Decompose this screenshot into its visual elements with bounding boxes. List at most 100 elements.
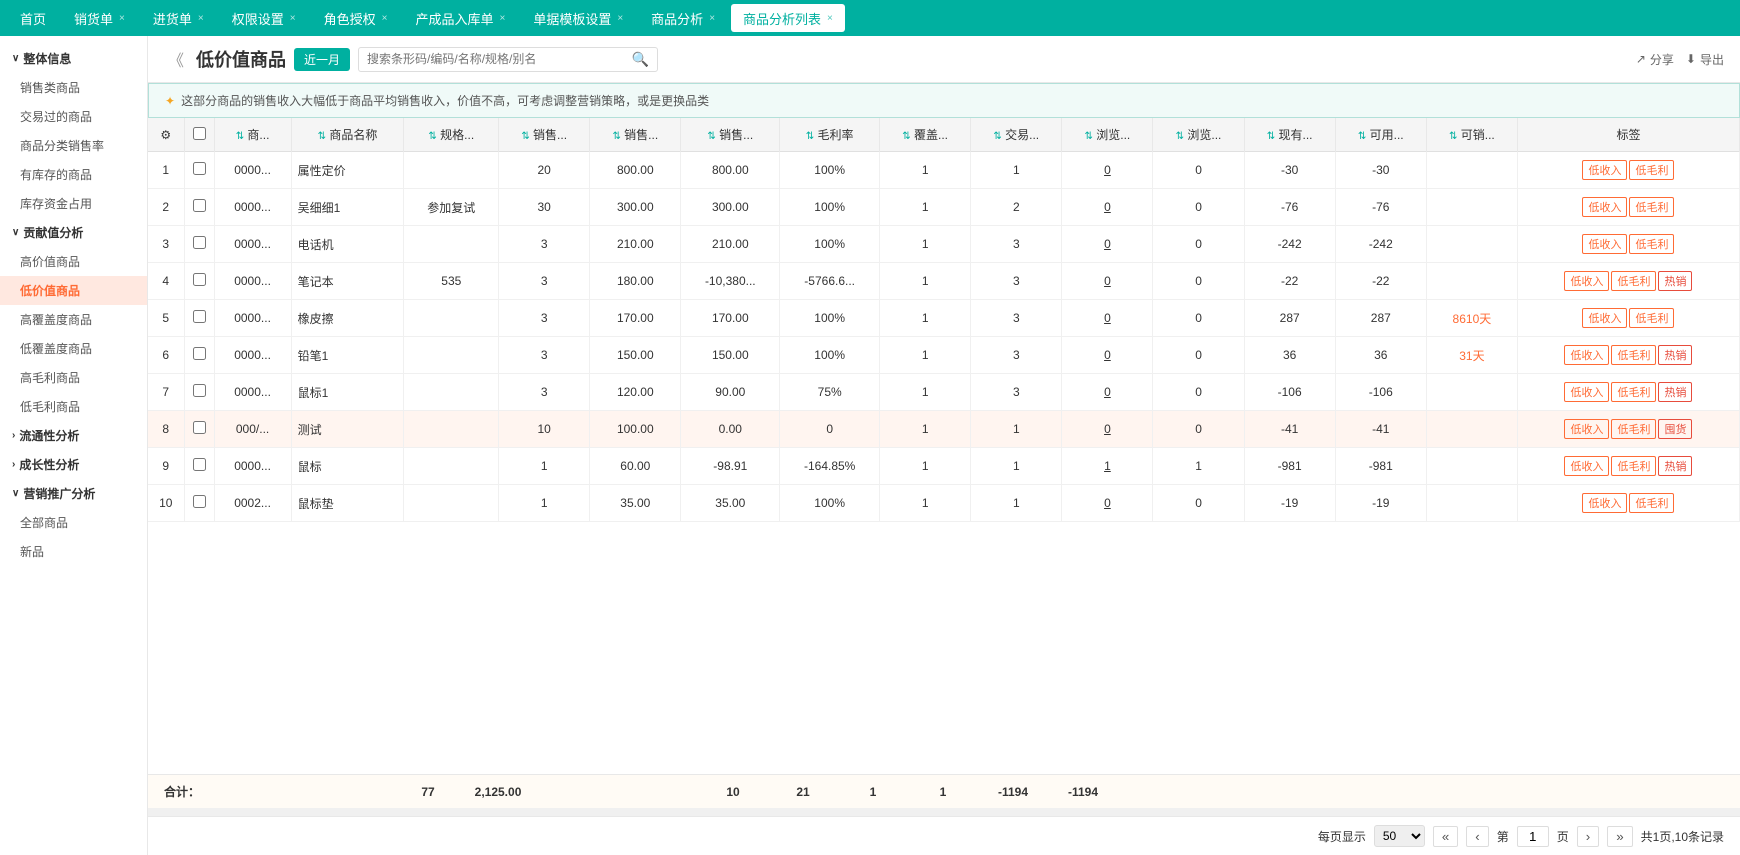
export-button[interactable]: ⬇ 导出 <box>1686 51 1724 68</box>
view1-link[interactable]: 0 <box>1104 385 1111 399</box>
view1-link[interactable]: 0 <box>1104 496 1111 510</box>
row-view1[interactable]: 0 <box>1062 300 1153 337</box>
table-container[interactable]: ⚙ ⇅ 商... ⇅ 商品名称 ⇅ 规格... <box>148 118 1740 774</box>
col-sale1-header[interactable]: ⇅ 销售... <box>590 118 681 152</box>
col-cover-header[interactable]: ⇅ 覆盖... <box>880 118 971 152</box>
close-icon[interactable]: × <box>709 13 715 24</box>
row-select-checkbox[interactable] <box>193 273 206 286</box>
search-icon[interactable]: 🔍 <box>632 51 649 68</box>
row-select-checkbox[interactable] <box>193 162 206 175</box>
row-select-checkbox[interactable] <box>193 458 206 471</box>
sidebar-item-all-goods[interactable]: 全部商品 <box>0 508 147 537</box>
sidebar-item-stock-goods[interactable]: 有库存的商品 <box>0 160 147 189</box>
close-icon[interactable]: × <box>198 13 204 24</box>
share-button[interactable]: ↗ 分享 <box>1636 51 1674 68</box>
search-input[interactable] <box>367 52 628 66</box>
row-checkbox[interactable] <box>184 448 214 485</box>
sidebar-item-capital[interactable]: 库存资金占用 <box>0 189 147 218</box>
sidebar-item-sales-goods[interactable]: 销售类商品 <box>0 73 147 102</box>
first-page-button[interactable]: « <box>1433 826 1458 847</box>
sidebar-item-high-margin[interactable]: 高毛利商品 <box>0 363 147 392</box>
row-checkbox[interactable] <box>184 337 214 374</box>
view1-link[interactable]: 0 <box>1104 274 1111 288</box>
close-icon[interactable]: × <box>119 13 125 24</box>
row-view1[interactable]: 0 <box>1062 374 1153 411</box>
sidebar-item-high-value[interactable]: 高价值商品 <box>0 247 147 276</box>
view1-link[interactable]: 0 <box>1104 348 1111 362</box>
sidebar-item-low-margin[interactable]: 低毛利商品 <box>0 392 147 421</box>
close-icon[interactable]: × <box>617 13 623 24</box>
nav-tab-role[interactable]: 角色授权 × <box>312 4 400 32</box>
page-number-input[interactable] <box>1517 826 1549 847</box>
col-sale2-header[interactable]: ⇅ 销售... <box>681 118 780 152</box>
row-view1[interactable]: 0 <box>1062 485 1153 522</box>
row-select-checkbox[interactable] <box>193 495 206 508</box>
row-select-checkbox[interactable] <box>193 421 206 434</box>
row-select-checkbox[interactable] <box>193 310 206 323</box>
col-saleable-header[interactable]: ⇅ 可销... <box>1426 118 1517 152</box>
nav-tab-goods-list[interactable]: 商品分析列表 × <box>731 4 845 32</box>
sidebar-group-overall[interactable]: ∨ 整体信息 <box>0 44 147 73</box>
view1-link[interactable]: 0 <box>1104 422 1111 436</box>
sidebar-group-contribution[interactable]: ∨ 贡献值分析 <box>0 218 147 247</box>
col-trade-header[interactable]: ⇅ 交易... <box>971 118 1062 152</box>
row-select-checkbox[interactable] <box>193 347 206 360</box>
page-size-select[interactable]: 50 20 100 <box>1374 825 1425 847</box>
col-view2-header[interactable]: ⇅ 浏览... <box>1153 118 1244 152</box>
col-spec-header[interactable]: ⇅ 规格... <box>404 118 499 152</box>
row-view1[interactable]: 0 <box>1062 411 1153 448</box>
row-checkbox[interactable] <box>184 189 214 226</box>
view1-link[interactable]: 0 <box>1104 200 1111 214</box>
view1-link[interactable]: 0 <box>1104 237 1111 251</box>
sidebar-item-high-coverage[interactable]: 高覆盖度商品 <box>0 305 147 334</box>
close-icon[interactable]: × <box>382 13 388 24</box>
horizontal-scrollbar[interactable] <box>148 808 1740 816</box>
col-code-header[interactable]: ⇅ 商... <box>214 118 291 152</box>
row-checkbox[interactable] <box>184 226 214 263</box>
sidebar-group-marketing[interactable]: ∨ 营销推广分析 <box>0 479 147 508</box>
row-view1[interactable]: 0 <box>1062 152 1153 189</box>
row-view1[interactable]: 0 <box>1062 189 1153 226</box>
last-page-button[interactable]: » <box>1607 826 1632 847</box>
collapse-button[interactable]: 《 <box>164 47 188 71</box>
row-select-checkbox[interactable] <box>193 236 206 249</box>
row-view1[interactable]: 0 <box>1062 337 1153 374</box>
row-view1[interactable]: 1 <box>1062 448 1153 485</box>
row-checkbox[interactable] <box>184 374 214 411</box>
col-qty-header[interactable]: ⇅ 销售... <box>499 118 590 152</box>
sidebar-item-low-value[interactable]: 低价值商品 <box>0 276 147 305</box>
sidebar-item-category-rate[interactable]: 商品分类销售率 <box>0 131 147 160</box>
col-name-header[interactable]: ⇅ 商品名称 <box>291 118 404 152</box>
nav-tab-permission[interactable]: 权限设置 × <box>220 4 308 32</box>
view1-link[interactable]: 0 <box>1104 311 1111 325</box>
sidebar-group-circulation[interactable]: › 流通性分析 <box>0 421 147 450</box>
sidebar-item-new-goods[interactable]: 新品 <box>0 537 147 566</box>
row-view1[interactable]: 0 <box>1062 263 1153 300</box>
col-gross-header[interactable]: ⇅ 毛利率 <box>780 118 880 152</box>
row-checkbox[interactable] <box>184 300 214 337</box>
close-icon[interactable]: × <box>290 13 296 24</box>
row-select-checkbox[interactable] <box>193 384 206 397</box>
row-checkbox[interactable] <box>184 411 214 448</box>
row-view1[interactable]: 0 <box>1062 226 1153 263</box>
sidebar-item-traded-goods[interactable]: 交易过的商品 <box>0 102 147 131</box>
col-stock-header[interactable]: ⇅ 现有... <box>1244 118 1335 152</box>
col-avail-header[interactable]: ⇅ 可用... <box>1335 118 1426 152</box>
row-checkbox[interactable] <box>184 485 214 522</box>
sidebar-item-low-coverage[interactable]: 低覆盖度商品 <box>0 334 147 363</box>
nav-tab-product-in[interactable]: 产成品入库单 × <box>403 4 517 32</box>
close-icon[interactable]: × <box>499 13 505 24</box>
nav-tab-goods-analysis[interactable]: 商品分析 × <box>639 4 727 32</box>
row-checkbox[interactable] <box>184 263 214 300</box>
nav-tab-sales[interactable]: 销货单 × <box>62 4 137 32</box>
sidebar-group-growth[interactable]: › 成长性分析 <box>0 450 147 479</box>
col-settings[interactable]: ⚙ <box>148 118 184 152</box>
select-all-checkbox[interactable] <box>193 127 206 140</box>
col-view1-header[interactable]: ⇅ 浏览... <box>1062 118 1153 152</box>
view1-link[interactable]: 1 <box>1104 459 1111 473</box>
nav-tab-template[interactable]: 单据模板设置 × <box>521 4 635 32</box>
view1-link[interactable]: 0 <box>1104 163 1111 177</box>
nav-tab-home[interactable]: 首页 <box>8 4 58 32</box>
row-select-checkbox[interactable] <box>193 199 206 212</box>
prev-page-button[interactable]: ‹ <box>1466 826 1488 847</box>
